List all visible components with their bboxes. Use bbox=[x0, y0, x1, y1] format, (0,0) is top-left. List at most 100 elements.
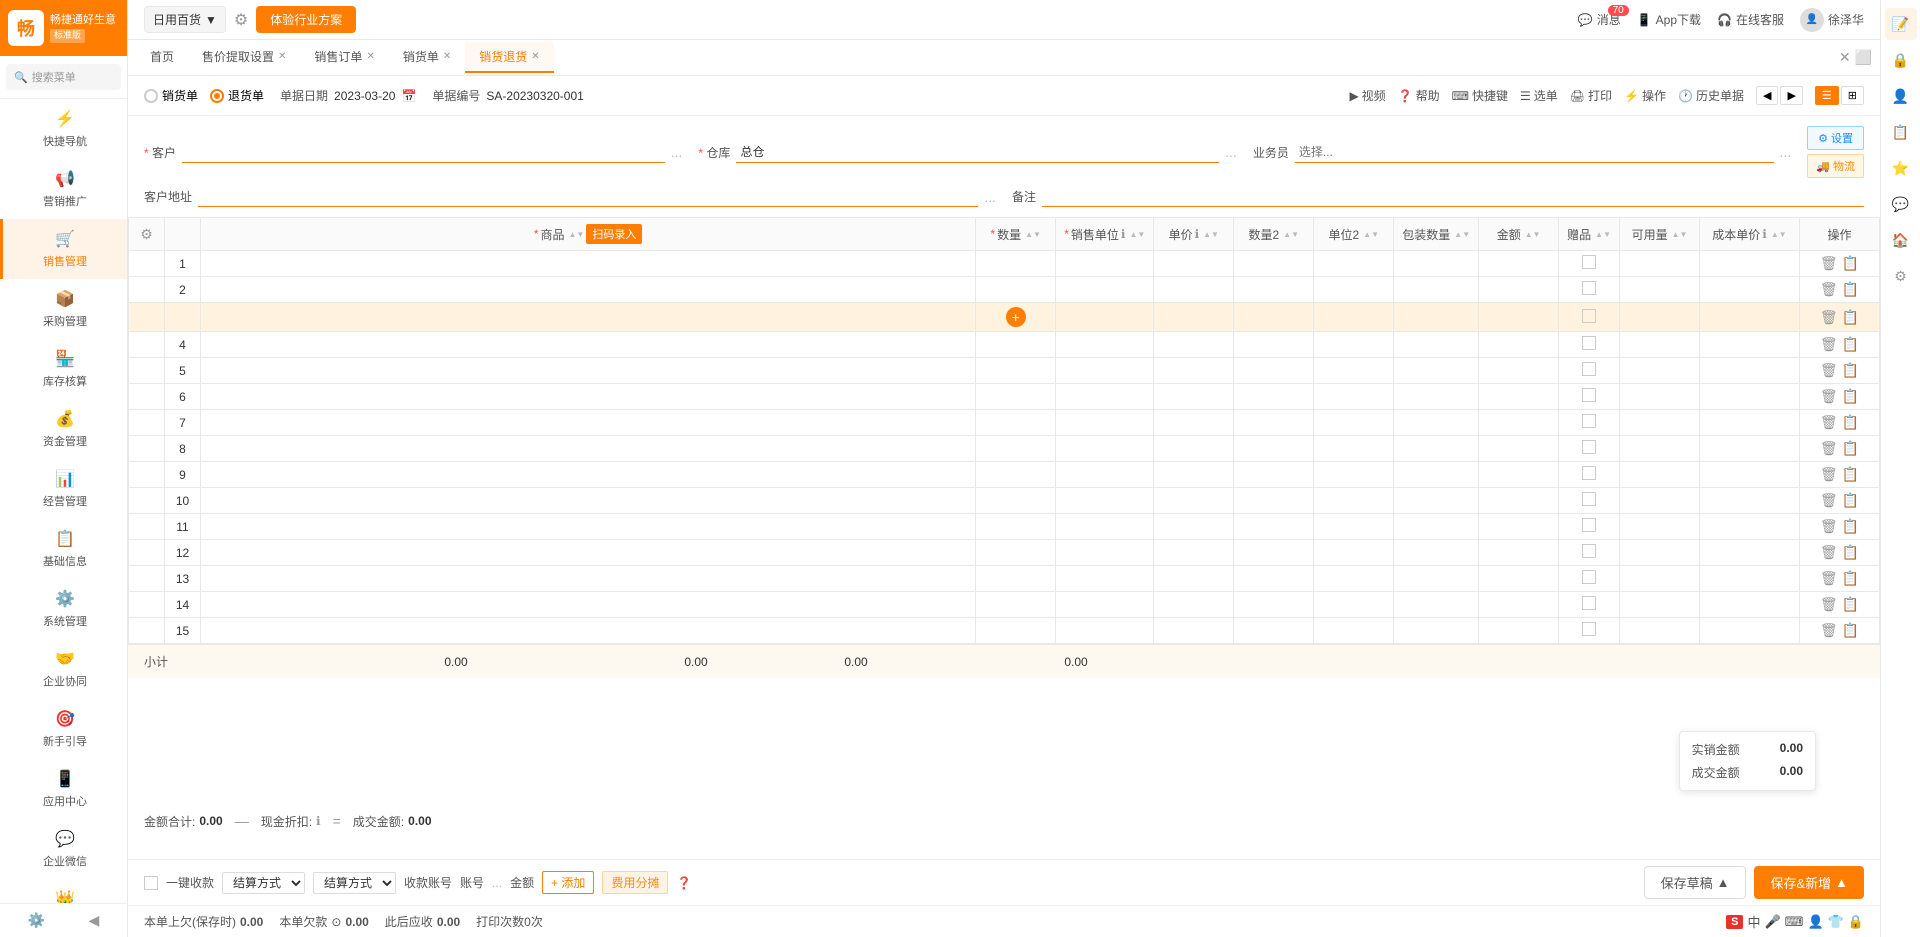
zhongwen-icon[interactable]: 中 bbox=[1747, 912, 1760, 931]
gift-checkbox[interactable] bbox=[1582, 281, 1596, 295]
delete-row-btn[interactable]: 🗑 bbox=[1820, 492, 1838, 509]
copy-row-btn[interactable]: 📋 bbox=[1842, 255, 1859, 272]
sort-icon[interactable]: ▲▼ bbox=[1283, 230, 1299, 239]
gift-checkbox[interactable] bbox=[1582, 388, 1596, 402]
copy-row-btn[interactable]: 📋 bbox=[1842, 544, 1859, 561]
sort-icon[interactable]: ▲▼ bbox=[1525, 230, 1541, 239]
sidebar-item-newbie[interactable]: 🎯 新手引导 bbox=[0, 699, 127, 759]
gift-checkbox[interactable] bbox=[1582, 596, 1596, 610]
shortcut-btn[interactable]: ⌨ 快捷键 bbox=[1452, 87, 1508, 104]
warehouse-select-dots[interactable]: ... bbox=[1225, 144, 1237, 160]
delete-row-btn[interactable]: 🗑 bbox=[1820, 281, 1838, 298]
settings-side-btn[interactable]: ⚙ 设置 bbox=[1807, 126, 1864, 150]
scan-barcode-btn[interactable]: 扫码录入 bbox=[586, 224, 642, 244]
online-service-button[interactable]: 🎧 在线客服 bbox=[1717, 11, 1784, 28]
single-due-value[interactable]: ⊙ bbox=[331, 915, 341, 929]
tab-sales-delivery[interactable]: 销货单 ✕ bbox=[389, 42, 465, 73]
sidebar-item-member[interactable]: 👑 畅会员 bbox=[0, 879, 127, 903]
maximize-btn[interactable]: ⬜ bbox=[1855, 49, 1872, 66]
sort-icon[interactable]: ▲▼ bbox=[1025, 230, 1041, 239]
security-icon[interactable]: 🔒 bbox=[1848, 914, 1864, 930]
info-icon[interactable]: ℹ bbox=[1762, 227, 1767, 241]
collapse-btn[interactable]: ◀ bbox=[89, 912, 100, 929]
fee-split-btn[interactable]: 费用分摊 bbox=[602, 871, 668, 894]
radio-sale[interactable]: 销货单 bbox=[144, 87, 198, 104]
copy-row-btn[interactable]: 📋 bbox=[1842, 414, 1859, 431]
settle-method-select[interactable]: 结算方式 bbox=[222, 872, 305, 894]
delete-row-btn[interactable]: 🗑 bbox=[1820, 466, 1838, 483]
next-record-btn[interactable]: ▶ bbox=[1780, 86, 1802, 105]
delete-row-btn[interactable]: 🗑 bbox=[1820, 596, 1838, 613]
product-input[interactable] bbox=[207, 310, 969, 324]
calendar-icon[interactable]: 📅 bbox=[401, 89, 416, 103]
gift-checkbox[interactable] bbox=[1582, 518, 1596, 532]
topbar-selector[interactable]: 日用百货 ▼ bbox=[144, 6, 226, 33]
copy-row-btn[interactable]: 📋 bbox=[1842, 309, 1859, 326]
sidebar-item-basic[interactable]: 📋 基础信息 bbox=[0, 519, 127, 579]
operate-btn[interactable]: ⚡ 操作 bbox=[1624, 87, 1666, 104]
delete-row-btn[interactable]: 🗑 bbox=[1820, 255, 1838, 272]
copy-row-btn[interactable]: 📋 bbox=[1842, 281, 1859, 298]
shirt-icon[interactable]: 👕 bbox=[1828, 914, 1844, 930]
app-logo[interactable]: 畅 畅捷通好生意 标准版 bbox=[0, 0, 127, 56]
form-view-list-btn[interactable]: ☰ bbox=[1815, 86, 1839, 105]
delete-row-btn[interactable]: 🗑 bbox=[1820, 388, 1838, 405]
user-profile-button[interactable]: 👤 徐泽华 bbox=[1800, 8, 1864, 32]
gift-checkbox[interactable] bbox=[1582, 440, 1596, 454]
person-icon[interactable]: 👤 bbox=[1807, 914, 1823, 930]
cell-product[interactable] bbox=[201, 303, 976, 332]
right-panel-list-btn[interactable]: 📋 bbox=[1885, 116, 1917, 148]
help-btn[interactable]: ❓ 帮助 bbox=[1398, 87, 1440, 104]
delete-row-btn[interactable]: 🗑 bbox=[1820, 362, 1838, 379]
settings-bottom-btn[interactable]: ⚙️ bbox=[28, 912, 45, 929]
delete-row-btn[interactable]: 🗑 bbox=[1820, 309, 1838, 326]
right-panel-settings-btn[interactable]: ⚙ bbox=[1885, 260, 1917, 292]
tab-close-icon[interactable]: ✕ bbox=[443, 51, 451, 62]
tab-close-icon[interactable]: ✕ bbox=[278, 51, 286, 62]
right-panel-person-btn[interactable]: 👤 bbox=[1885, 80, 1917, 112]
gift-checkbox[interactable] bbox=[1582, 362, 1596, 376]
mic-icon[interactable]: 🎤 bbox=[1764, 914, 1780, 930]
close-tab-btn[interactable]: ✕ bbox=[1839, 49, 1851, 66]
sidebar-item-sales[interactable]: 🛒 销售管理 bbox=[0, 219, 127, 279]
copy-row-btn[interactable]: 📋 bbox=[1842, 622, 1859, 639]
save-draft-button[interactable]: 保存草稿 ▲ bbox=[1644, 866, 1747, 899]
warehouse-input[interactable] bbox=[736, 142, 1219, 163]
sidebar-item-wechat[interactable]: 💬 企业微信 bbox=[0, 819, 127, 879]
date-value[interactable]: 2023-03-20 bbox=[334, 89, 395, 103]
customer-input[interactable] bbox=[182, 142, 665, 163]
gift-checkbox[interactable] bbox=[1582, 492, 1596, 506]
sort-icon[interactable]: ▲▼ bbox=[569, 230, 585, 239]
sidebar-item-system[interactable]: ⚙️ 系统管理 bbox=[0, 579, 127, 639]
one-click-checkbox[interactable] bbox=[144, 876, 158, 890]
sidebar-item-marketing[interactable]: 📢 营销推广 bbox=[0, 159, 127, 219]
column-settings-icon[interactable]: ⚙ bbox=[140, 226, 153, 242]
logistics-btn[interactable]: 🚚 物流 bbox=[1807, 154, 1864, 178]
tab-sales-order[interactable]: 销售订单 ✕ bbox=[300, 42, 388, 73]
info-icon[interactable]: ℹ bbox=[1121, 227, 1126, 241]
discount-info-icon[interactable]: ℹ bbox=[316, 814, 321, 828]
address-input[interactable] bbox=[198, 186, 978, 207]
sort-icon[interactable]: ▲▼ bbox=[1363, 230, 1379, 239]
gift-checkbox[interactable] bbox=[1582, 414, 1596, 428]
copy-row-btn[interactable]: 📋 bbox=[1842, 570, 1859, 587]
info-icon[interactable]: ℹ bbox=[1195, 227, 1200, 241]
delete-row-btn[interactable]: 🗑 bbox=[1820, 336, 1838, 353]
message-button[interactable]: 💬 消息 70 bbox=[1578, 11, 1621, 28]
sidebar-item-operations[interactable]: 📊 经营管理 bbox=[0, 459, 127, 519]
copy-row-btn[interactable]: 📋 bbox=[1842, 466, 1859, 483]
gift-checkbox[interactable] bbox=[1582, 255, 1596, 269]
sort-icon[interactable]: ▲▼ bbox=[1595, 230, 1611, 239]
right-panel-home-btn[interactable]: 🏠 bbox=[1885, 224, 1917, 256]
customer-select-dots[interactable]: ... bbox=[671, 144, 683, 160]
sort-icon[interactable]: ▲▼ bbox=[1454, 230, 1470, 239]
account-select-dots[interactable]: ... bbox=[492, 876, 502, 890]
remark-input[interactable] bbox=[1042, 186, 1864, 207]
gift-checkbox[interactable] bbox=[1582, 544, 1596, 558]
copy-row-btn[interactable]: 📋 bbox=[1842, 388, 1859, 405]
save-new-button[interactable]: 保存&新增 ▲ bbox=[1754, 866, 1864, 899]
copy-row-btn[interactable]: 📋 bbox=[1842, 362, 1859, 379]
sort-icon[interactable]: ▲▼ bbox=[1672, 230, 1688, 239]
copy-row-btn[interactable]: 📋 bbox=[1842, 518, 1859, 535]
gift-checkbox[interactable] bbox=[1582, 309, 1596, 323]
